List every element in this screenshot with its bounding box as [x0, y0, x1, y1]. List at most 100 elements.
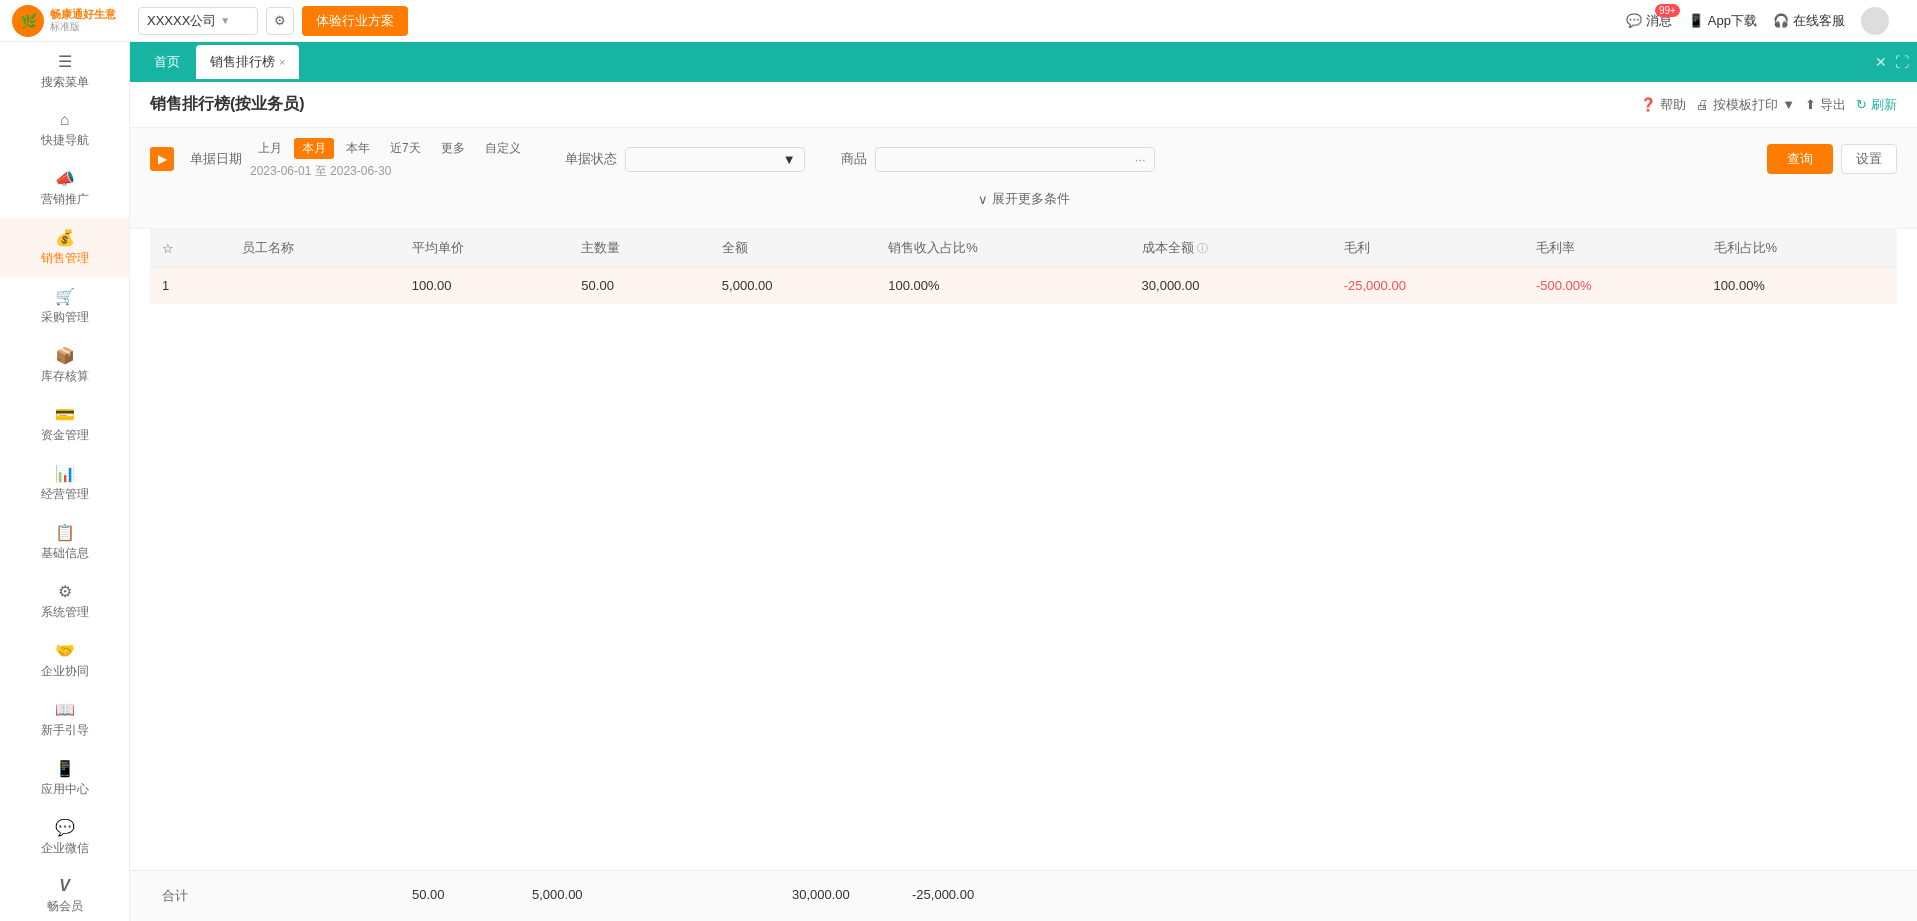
cell-sales-pct: 100.00%: [876, 268, 1129, 304]
sidebar-item-wechat[interactable]: 💬 企业微信: [0, 808, 129, 867]
sidebar-label-collab: 企业协同: [41, 663, 89, 680]
sidebar-label-vip: 畅会员: [47, 898, 83, 915]
logo-icon: 🌿: [12, 5, 44, 37]
page-actions: ❓ 帮助 🖨 按模板打印 ▼ ⬆ 导出 ↻: [1640, 96, 1897, 114]
footer-qty-value: 50.00: [412, 887, 445, 902]
sidebar-item-system[interactable]: ⚙ 系统管理: [0, 572, 129, 631]
refresh-button[interactable]: ↻ 刷新: [1856, 96, 1897, 114]
sidebar-item-basic[interactable]: 📋 基础信息: [0, 513, 129, 572]
date-tab-custom[interactable]: 自定义: [477, 138, 529, 159]
help-label: 帮助: [1660, 96, 1686, 114]
expand-row: ∨ 展开更多条件: [150, 180, 1897, 218]
sales-icon: 💰: [55, 228, 75, 247]
cell-avg-price: 100.00: [400, 268, 570, 304]
tab-close-icon[interactable]: ×: [279, 56, 285, 68]
footer-row: 合计 50.00 5,000.00 30,000.00: [150, 881, 1897, 911]
main-content: 销售排行榜(按业务员) ❓ 帮助 🖨 按模板打印 ▼ ⬆: [130, 82, 1917, 921]
headset-icon: 🎧: [1773, 13, 1789, 28]
cell-profit: -25,000.00: [1332, 268, 1524, 304]
date-tab-last-month[interactable]: 上月: [250, 138, 290, 159]
th-cost-label: 成本全额: [1142, 240, 1194, 255]
th-profit-rate: 毛利率: [1524, 229, 1702, 268]
cell-qty: 50.00: [569, 268, 710, 304]
logo-area: 🌿 畅康通好生意 标准版: [12, 5, 130, 37]
footer-cost-spacer: [640, 881, 780, 911]
help-button[interactable]: ❓ 帮助: [1640, 96, 1686, 114]
refresh-icon: ↻: [1856, 97, 1867, 112]
status-select[interactable]: ▼: [625, 147, 805, 172]
th-sales-pct: 销售收入占比%: [876, 229, 1129, 268]
app-download-button[interactable]: 📱 App下载: [1688, 12, 1757, 30]
print-dropdown-icon: ▼: [1782, 97, 1795, 112]
sidebar-item-vip[interactable]: V 畅会员: [0, 867, 129, 921]
query-button[interactable]: 查询: [1767, 144, 1833, 174]
date-filter-group: 上月 本月 本年 近7天 更多 自定义 2023-06-01 至 2023-06…: [250, 138, 529, 180]
help-icon: ❓: [1640, 97, 1656, 112]
message-button[interactable]: 💬 消息 99+: [1626, 12, 1672, 30]
cost-info-icon[interactable]: ⓘ: [1197, 242, 1208, 254]
status-filter-label: 单据状态: [565, 150, 617, 168]
sidebar-label-finance: 资金管理: [41, 427, 89, 444]
sidebar-item-collab[interactable]: 🤝 企业协同: [0, 631, 129, 690]
goods-input[interactable]: ···: [875, 147, 1155, 172]
sidebar-label-management: 经营管理: [41, 486, 89, 503]
date-tab-this-month[interactable]: 本月: [294, 138, 334, 159]
filter-toggle-btn[interactable]: ▶: [150, 147, 174, 171]
sidebar-item-guide[interactable]: 📖 新手引导: [0, 690, 129, 749]
date-range: 2023-06-01 至 2023-06-30: [250, 163, 391, 180]
status-filter: 单据状态 ▼: [565, 147, 805, 172]
tab-sales-ranking[interactable]: 销售排行榜 ×: [196, 45, 299, 79]
sidebar-item-purchase[interactable]: 🛒 采购管理: [0, 277, 129, 336]
export-button[interactable]: ⬆ 导出: [1805, 96, 1846, 114]
goods-filter-label: 商品: [841, 150, 867, 168]
online-service-button[interactable]: 🎧 在线客服: [1773, 12, 1845, 30]
goods-ellipsis-icon[interactable]: ···: [1135, 152, 1146, 167]
sidebar-item-inventory[interactable]: 📦 库存核算: [0, 336, 129, 395]
tab-bar: 首页 销售排行榜 × ✕ ⛶: [130, 42, 1917, 82]
avatar[interactable]: [1861, 7, 1889, 35]
online-service-label: 在线客服: [1793, 12, 1845, 30]
sidebar-item-marketing[interactable]: 📣 营销推广: [0, 159, 129, 218]
top-right-area: 💬 消息 99+ 📱 App下载 🎧 在线客服: [1626, 7, 1905, 35]
maximize-window-icon[interactable]: ⛶: [1895, 54, 1909, 70]
phone-icon: 📱: [1688, 13, 1704, 28]
print-button[interactable]: 🖨 按模板打印 ▼: [1696, 96, 1795, 114]
table-footer: 合计 50.00 5,000.00 30,000.00: [130, 870, 1917, 921]
company-selector[interactable]: XXXXX公司 ▼: [138, 7, 258, 35]
filter-area: ▶ 单据日期 上月 本月 本年 近7天 更多 自定义: [130, 128, 1917, 229]
export-icon: ⬆: [1805, 97, 1816, 112]
date-tab-more[interactable]: 更多: [433, 138, 473, 159]
search-icon: ☰: [58, 52, 72, 71]
th-name: 员工名称: [230, 229, 400, 268]
sidebar-item-management[interactable]: 📊 经营管理: [0, 454, 129, 513]
sidebar-item-search[interactable]: ☰ 搜索菜单: [0, 42, 129, 101]
cell-name: [230, 268, 400, 304]
settings-button[interactable]: 设置: [1841, 144, 1897, 174]
message-icon: 💬: [1626, 13, 1642, 28]
trial-button[interactable]: 体验行业方案: [302, 6, 408, 36]
cart-icon: 🛒: [55, 287, 75, 306]
content-area: 首页 销售排行榜 × ✕ ⛶ 销售排行榜(按业务员) ❓: [130, 42, 1917, 921]
close-window-icon[interactable]: ✕: [1875, 54, 1887, 70]
sidebar-item-apps[interactable]: 📱 应用中心: [0, 749, 129, 808]
vip-icon: V: [59, 877, 70, 895]
expand-button[interactable]: ∨ 展开更多条件: [978, 184, 1070, 214]
main-area: ☰ 搜索菜单 ⌂ 快捷导航 📣 营销推广 💰 销售管理 🛒 采购管理 📦 库: [0, 42, 1917, 921]
expand-down-icon: ∨: [978, 192, 988, 207]
footer-cost-value: 30,000.00: [792, 887, 850, 902]
th-avg-price: 平均单价: [400, 229, 570, 268]
date-tab-this-year[interactable]: 本年: [338, 138, 378, 159]
goods-filter: 商品 ···: [841, 147, 1155, 172]
gear-icon: ⚙: [58, 582, 72, 601]
sidebar-item-finance[interactable]: 💳 资金管理: [0, 395, 129, 454]
page-header: 销售排行榜(按业务员) ❓ 帮助 🖨 按模板打印 ▼ ⬆: [130, 82, 1917, 128]
sidebar-item-sales[interactable]: 💰 销售管理: [0, 218, 129, 277]
sidebar-item-nav[interactable]: ⌂ 快捷导航: [0, 101, 129, 159]
tab-label-sales-ranking: 销售排行榜: [210, 53, 275, 71]
export-label: 导出: [1820, 96, 1846, 114]
cell-profit-rate: -500.00%: [1524, 268, 1702, 304]
date-tab-7days[interactable]: 近7天: [382, 138, 429, 159]
megaphone-icon: 📣: [55, 169, 75, 188]
settings-icon-btn[interactable]: ⚙: [266, 7, 294, 35]
tab-home[interactable]: 首页: [138, 45, 196, 79]
